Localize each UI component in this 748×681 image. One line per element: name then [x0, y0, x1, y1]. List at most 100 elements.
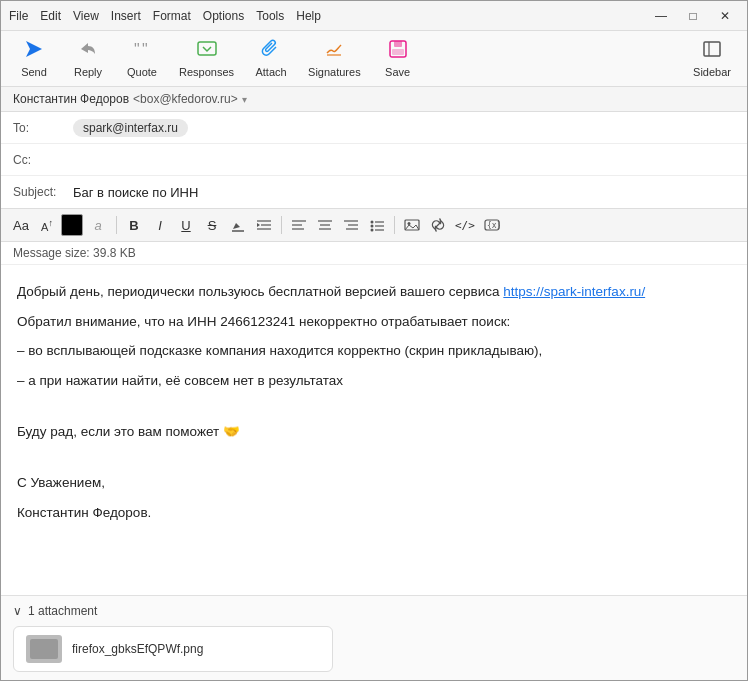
reply-icon: [78, 39, 98, 64]
svg-marker-0: [26, 41, 42, 57]
attachments-chevron-icon: ∨: [13, 604, 22, 618]
attachments-header[interactable]: ∨ 1 attachment: [13, 604, 735, 618]
quote-label: Quote: [127, 66, 157, 78]
attach-icon: [261, 39, 281, 64]
clear-format-button[interactable]: a: [85, 213, 111, 237]
minimize-button[interactable]: —: [647, 5, 675, 27]
align-right-button[interactable]: [339, 213, 363, 237]
svg-text:{x}: {x}: [487, 221, 500, 230]
font-size-decrease-icon: Aa: [13, 218, 29, 233]
to-value[interactable]: spark@interfax.ru: [73, 119, 188, 137]
clear-format-icon: a: [88, 213, 108, 237]
body-link[interactable]: https://spark-interfax.ru/: [503, 284, 645, 299]
subject-value[interactable]: Баг в поиске по ИНН: [73, 185, 198, 200]
cc-field-row: Cc:: [1, 144, 747, 176]
responses-button[interactable]: Responses: [171, 35, 242, 82]
svg-text:": ": [134, 41, 140, 58]
list-button[interactable]: [365, 213, 389, 237]
title-bar: File Edit View Insert Format Options Too…: [1, 1, 747, 31]
to-label: To:: [13, 121, 73, 135]
body-line-2: Обратил внимание, что на ИНН 2466123241 …: [17, 311, 731, 333]
menu-edit[interactable]: Edit: [40, 9, 61, 23]
bold-icon: B: [129, 218, 138, 233]
send-icon: [24, 39, 44, 64]
attachment-item[interactable]: firefox_gbksEfQPWf.png: [13, 626, 333, 672]
body-line-4: – а при нажатии найти, её совсем нет в р…: [17, 370, 731, 392]
align-left-button[interactable]: [287, 213, 311, 237]
format-separator-3: [394, 216, 395, 234]
insert-link-button[interactable]: [426, 213, 450, 237]
insert-variable-button[interactable]: {x}: [480, 213, 504, 237]
svg-rect-3: [198, 42, 216, 55]
message-size-label: Message size:: [13, 246, 90, 260]
menu-view[interactable]: View: [73, 9, 99, 23]
svg-rect-6: [394, 41, 402, 47]
sender-name: Константин Федоров: [13, 92, 129, 106]
main-toolbar: Send Reply " " Quote: [1, 31, 747, 87]
sidebar-icon: [702, 39, 722, 64]
attach-button[interactable]: Attach: [246, 35, 296, 82]
send-button[interactable]: Send: [9, 35, 59, 82]
body-line-1: Добрый день, периодически пользуюсь бесп…: [17, 281, 731, 303]
message-size-bar: Message size: 39.8 KB: [1, 242, 747, 265]
menu-insert[interactable]: Insert: [111, 9, 141, 23]
list-icon: [369, 217, 385, 233]
svg-point-24: [371, 221, 374, 224]
menu-options[interactable]: Options: [203, 9, 244, 23]
color-picker-button[interactable]: [61, 214, 83, 236]
italic-icon: I: [158, 218, 162, 233]
maximize-button[interactable]: □: [679, 5, 707, 27]
attach-label: Attach: [255, 66, 286, 78]
italic-button[interactable]: I: [148, 213, 172, 237]
quote-icon: " ": [132, 39, 152, 64]
signatures-button[interactable]: Signatures: [300, 35, 369, 82]
message-body[interactable]: Добрый день, периодически пользуюсь бесп…: [1, 265, 747, 595]
save-button[interactable]: Save: [373, 35, 423, 82]
bold-button[interactable]: B: [122, 213, 146, 237]
attachment-file-name: firefox_gbksEfQPWf.png: [72, 642, 203, 656]
strikethrough-button[interactable]: S: [200, 213, 224, 237]
svg-point-28: [371, 229, 374, 232]
insert-code-button[interactable]: </>: [452, 213, 478, 237]
signatures-label: Signatures: [308, 66, 361, 78]
insert-code-icon: </>: [455, 219, 475, 232]
insert-image-button[interactable]: [400, 213, 424, 237]
insert-image-icon: [404, 217, 420, 233]
sender-email: <box@kfedorov.ru>: [133, 92, 238, 106]
signatures-icon: [324, 39, 344, 64]
svg-text:": ": [142, 41, 148, 58]
attachments-count-label: 1 attachment: [28, 604, 97, 618]
align-center-icon: [317, 217, 333, 233]
highlight-button[interactable]: [226, 213, 250, 237]
sender-bar: Константин Федоров <box@kfedorov.ru> ▾: [1, 87, 747, 112]
indent-button[interactable]: [252, 213, 276, 237]
underline-icon: U: [181, 218, 190, 233]
close-button[interactable]: ✕: [711, 5, 739, 27]
body-line-3: – во всплывающей подсказке компания нахо…: [17, 340, 731, 362]
sender-dropdown-icon[interactable]: ▾: [242, 94, 247, 105]
subject-label: Subject:: [13, 185, 73, 199]
menu-format[interactable]: Format: [153, 9, 191, 23]
sidebar-label: Sidebar: [693, 66, 731, 78]
svg-rect-7: [392, 49, 404, 55]
quote-button[interactable]: " " Quote: [117, 35, 167, 82]
email-window: File Edit View Insert Format Options Too…: [0, 0, 748, 681]
font-size-increase-button[interactable]: A↑: [35, 213, 59, 237]
format-toolbar: Aa A↑ a B I U S: [1, 209, 747, 242]
save-label: Save: [385, 66, 410, 78]
font-size-decrease-button[interactable]: Aa: [9, 213, 33, 237]
reply-button[interactable]: Reply: [63, 35, 113, 82]
underline-button[interactable]: U: [174, 213, 198, 237]
sidebar-button[interactable]: Sidebar: [685, 35, 739, 82]
menu-file[interactable]: File: [9, 9, 28, 23]
menu-help[interactable]: Help: [296, 9, 321, 23]
menu-tools[interactable]: Tools: [256, 9, 284, 23]
align-center-button[interactable]: [313, 213, 337, 237]
body-line-8: С Уважением,: [17, 472, 731, 494]
send-label: Send: [21, 66, 47, 78]
strikethrough-icon: S: [208, 218, 217, 233]
svg-marker-14: [257, 223, 260, 227]
reply-label: Reply: [74, 66, 102, 78]
subject-field-row: Subject: Баг в поиске по ИНН: [1, 176, 747, 208]
header-fields: To: spark@interfax.ru Cc: Subject: Баг в…: [1, 112, 747, 209]
